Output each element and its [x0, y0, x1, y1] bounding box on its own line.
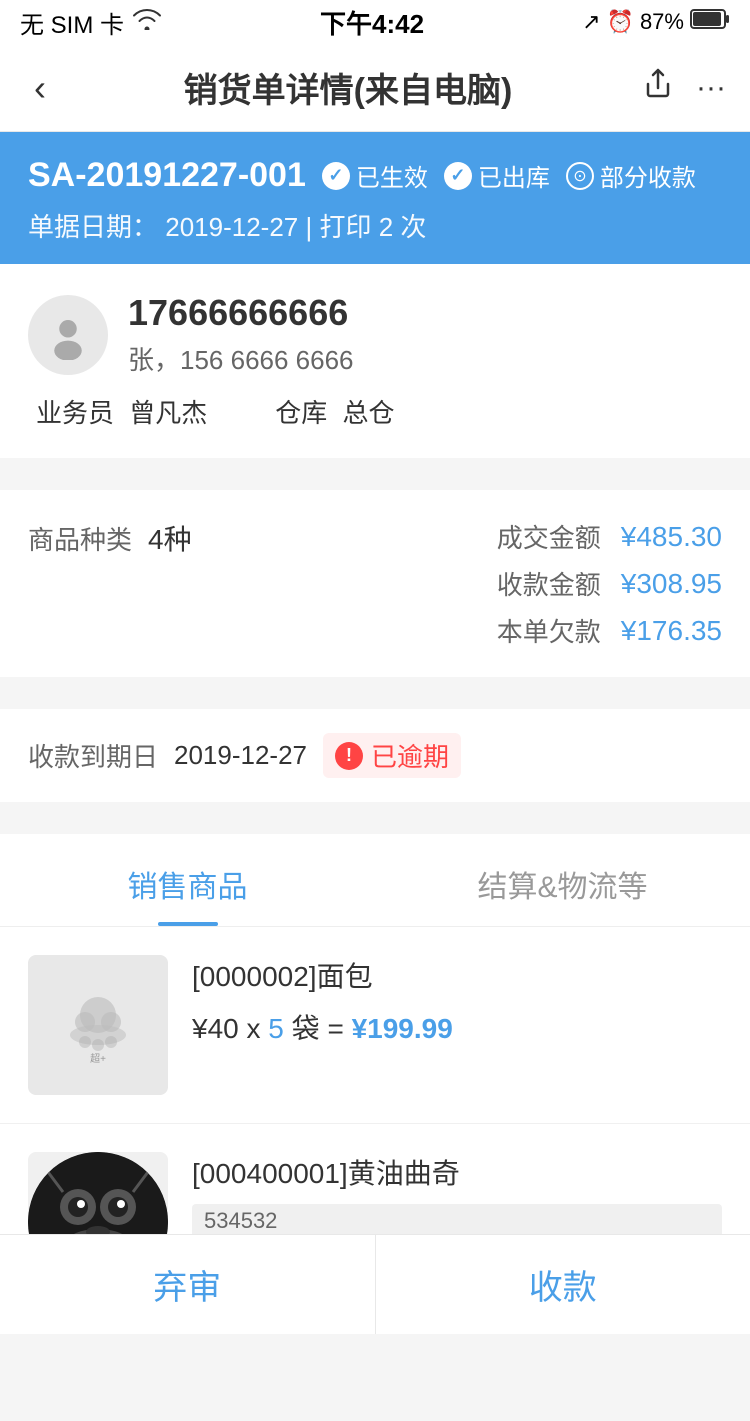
- divider-3: [0, 818, 750, 834]
- order-header: SA-20191227-001 ✓ 已生效 ✓ 已出库 ⊙ 部分收款 单据日期：…: [0, 132, 750, 264]
- cancel-button[interactable]: 弃审: [0, 1235, 376, 1334]
- status-time: 下午4:42: [320, 4, 424, 41]
- bottom-bar: 弃审 收款: [0, 1234, 750, 1334]
- check-icon-2: ✓: [444, 162, 472, 190]
- overdue-icon: !: [335, 742, 363, 770]
- battery-icon: [690, 8, 730, 36]
- sales-person: 业务员 曾凡杰: [28, 393, 207, 430]
- order-date: 单据日期： 2019-12-27 | 打印 2 次: [28, 207, 722, 244]
- product-name-1: [0000002]面包: [192, 955, 722, 995]
- customer-section: 17666666666 张，156 6666 6666 业务员 曾凡杰 仓库 总…: [0, 264, 750, 458]
- avatar: [28, 295, 108, 375]
- trading-amount: 成交金额 ¥485.30: [497, 518, 722, 555]
- customer-phone: 17666666666: [128, 292, 354, 334]
- status-left: 无 SIM 卡: [20, 5, 162, 40]
- collect-button[interactable]: 收款: [376, 1235, 750, 1334]
- customer-details: 17666666666 张，156 6666 6666: [128, 292, 354, 377]
- tabs-row: 销售商品 结算&物流等: [0, 834, 750, 927]
- stats-section: 商品种类 4种 成交金额 ¥485.30 收款金额 ¥308.95 本单欠款 ¥…: [0, 490, 750, 677]
- location-icon: ↗: [582, 9, 600, 35]
- status-badge-effective: ✓ 已生效: [322, 158, 428, 193]
- nav-bar: ‹ 销货单详情(来自电脑) ···: [0, 44, 750, 132]
- amount-stats: 成交金额 ¥485.30 收款金额 ¥308.95 本单欠款 ¥176.35: [497, 518, 722, 649]
- stats-row: 商品种类 4种 成交金额 ¥485.30 收款金额 ¥308.95 本单欠款 ¥…: [28, 518, 722, 649]
- status-badges: ✓ 已生效 ✓ 已出库 ⊙ 部分收款: [322, 158, 696, 193]
- battery-text: 87%: [640, 9, 684, 35]
- status-right: ↗ ⏰ 87%: [582, 8, 730, 36]
- product-info-1: [0000002]面包 ¥40 x 5 袋 = ¥199.99: [192, 955, 722, 1047]
- check-icon-1: ✓: [322, 162, 350, 190]
- status-badge-shipped: ✓ 已出库: [444, 158, 550, 193]
- product-name-2: [000400001]黄油曲奇: [192, 1152, 722, 1192]
- received-amount: 收款金额 ¥308.95: [497, 565, 722, 602]
- customer-name: 张，156 6666 6666: [128, 340, 354, 377]
- status-badge-partial: ⊙ 部分收款: [566, 158, 696, 193]
- divider-1: [0, 474, 750, 490]
- svg-text:超+: 超+: [90, 1052, 106, 1065]
- overdue-text: 已逾期: [371, 737, 449, 774]
- list-item: 超+ [0000002]面包 ¥40 x 5 袋 = ¥199.99: [0, 927, 750, 1124]
- customer-info: 17666666666 张，156 6666 6666: [28, 292, 722, 377]
- product-sku-2: 534532: [192, 1204, 722, 1238]
- due-section: 收款到期日 2019-12-27 ! 已逾期: [0, 709, 750, 802]
- bottom-padding: [0, 1321, 750, 1421]
- product-type-stat: 商品种类 4种: [28, 518, 192, 558]
- status-bar: 无 SIM 卡 下午4:42 ↗ ⏰ 87%: [0, 0, 750, 44]
- tab-sales-products[interactable]: 销售商品: [0, 834, 375, 926]
- product-price-row-1: ¥40 x 5 袋 = ¥199.99: [192, 1007, 722, 1047]
- clock-icon: ⊙: [566, 162, 594, 190]
- page-title: 销货单详情(来自电脑): [56, 63, 640, 112]
- wifi-icon: [132, 8, 162, 37]
- product-placeholder-1: 超+: [28, 955, 168, 1095]
- product-image-1: 超+: [28, 955, 168, 1095]
- back-button[interactable]: ‹: [24, 57, 56, 119]
- carrier-text: 无 SIM 卡: [20, 5, 124, 40]
- divider-2: [0, 693, 750, 709]
- tabs-section: 销售商品 结算&物流等: [0, 834, 750, 927]
- nav-actions: ···: [640, 66, 726, 110]
- tab-settlement[interactable]: 结算&物流等: [375, 834, 750, 926]
- overdue-badge: ! 已逾期: [323, 733, 461, 778]
- customer-meta: 业务员 曾凡杰 仓库 总仓: [28, 393, 722, 430]
- share-button[interactable]: [640, 66, 676, 110]
- order-id: SA-20191227-001: [28, 156, 306, 195]
- alarm-icon: ⏰: [607, 9, 634, 35]
- more-button[interactable]: ···: [696, 71, 726, 105]
- owed-amount: 本单欠款 ¥176.35: [497, 612, 722, 649]
- warehouse: 仓库 总仓: [267, 393, 394, 430]
